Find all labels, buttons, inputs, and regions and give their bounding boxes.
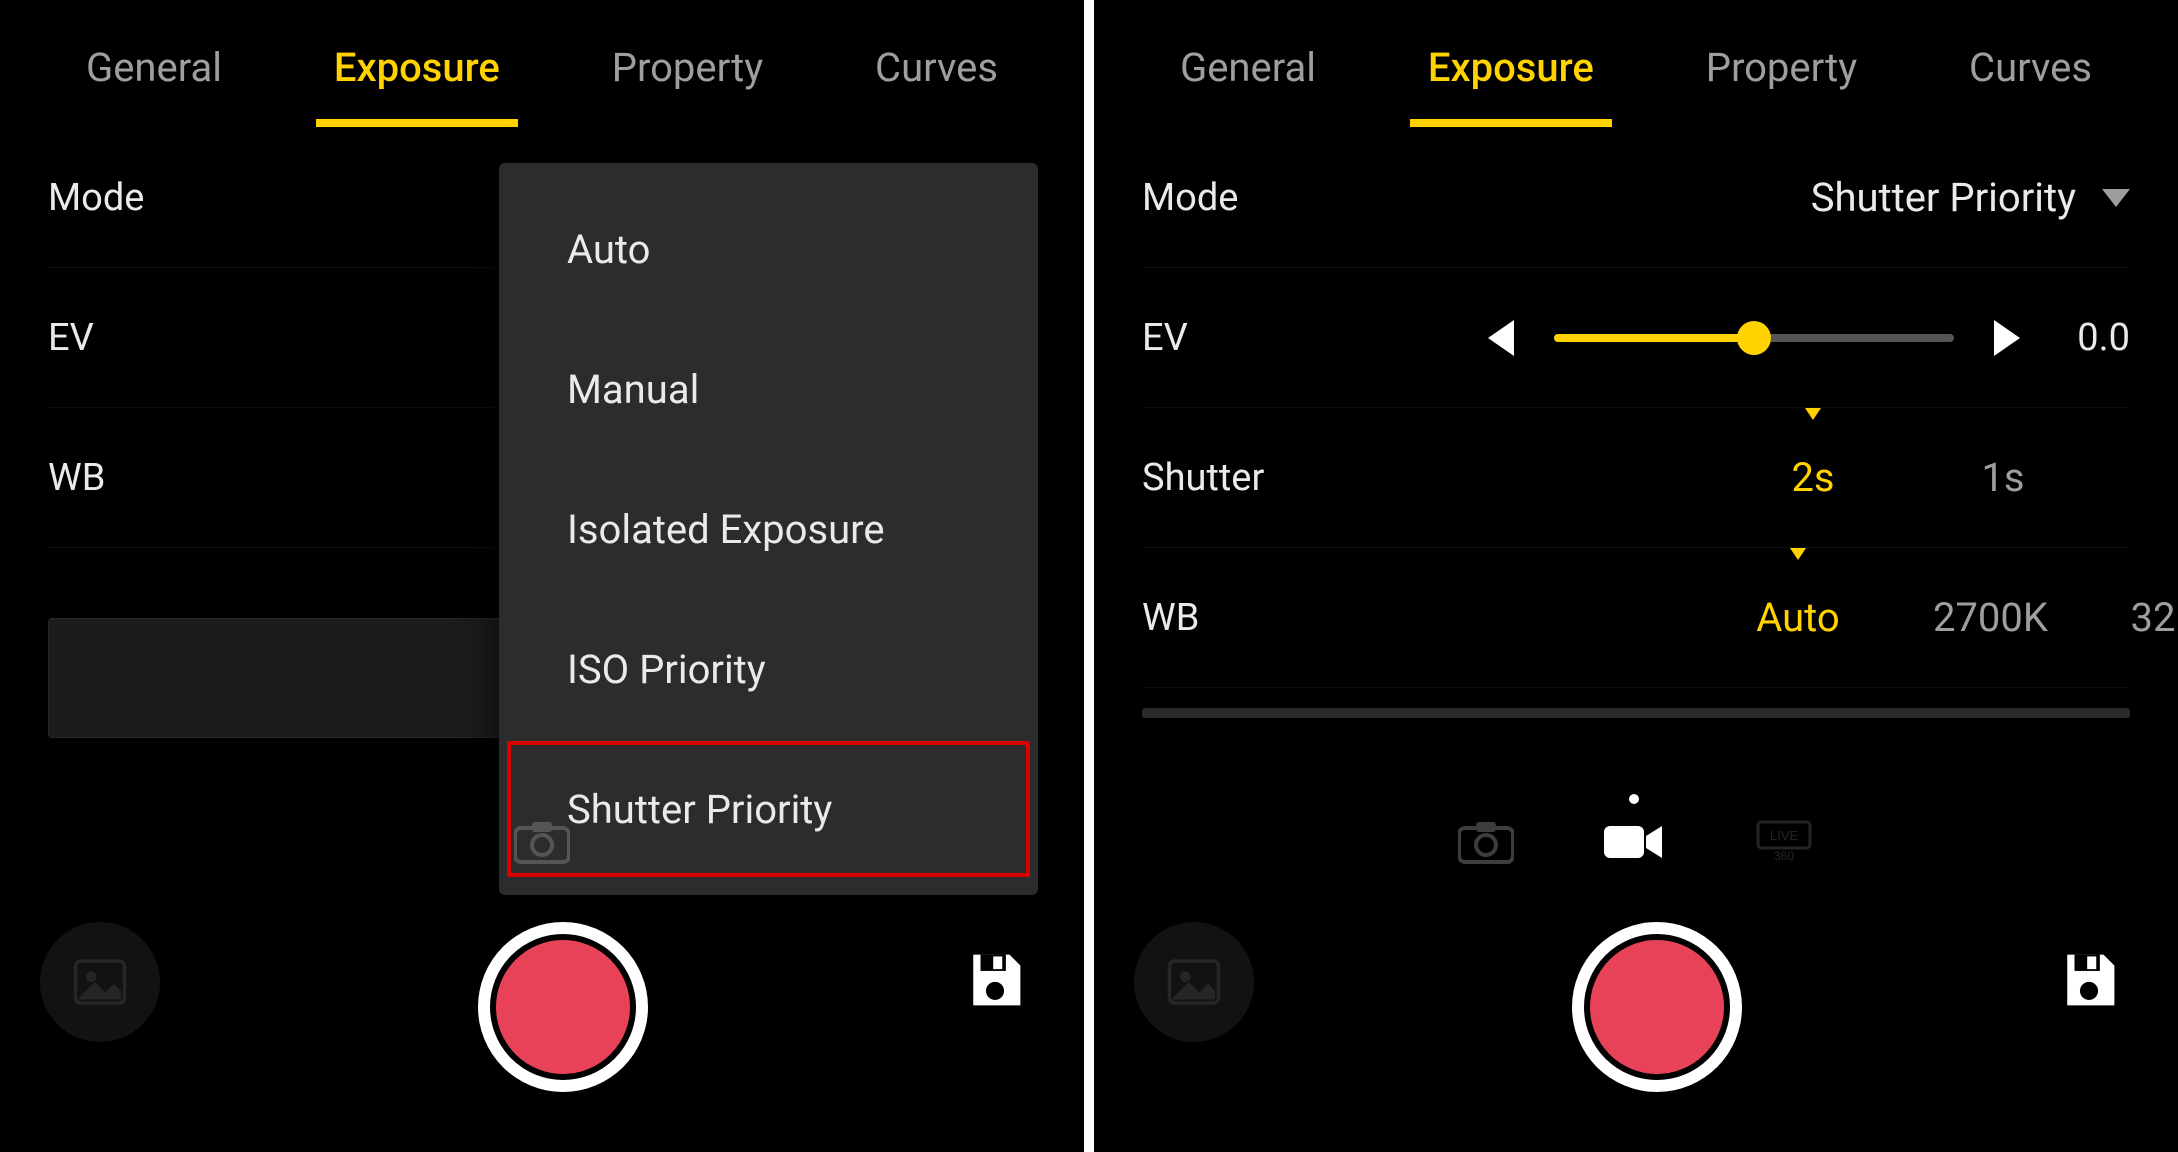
tab-general[interactable]: General: [1170, 8, 1326, 119]
shutter-button-core: [490, 934, 636, 1080]
chevron-down-icon: [2102, 189, 2130, 207]
bottom-bar: LIVE 360: [1094, 812, 2178, 1152]
mode-option-iso-priority[interactable]: ISO Priority: [499, 599, 1038, 739]
wb-option-selected[interactable]: Auto: [1743, 594, 1853, 641]
row-shutter: Shutter 2s 1s: [1142, 408, 2130, 548]
row-mode[interactable]: Mode Shutter Priority: [1142, 128, 2130, 268]
tab-property[interactable]: Property: [602, 8, 773, 119]
overflow-strip: [1142, 708, 2130, 718]
shutter-label: Shutter: [1142, 456, 1312, 500]
wb-option[interactable]: 2700K: [1933, 594, 2048, 641]
svg-text:360: 360: [1774, 849, 1794, 863]
ev-label: EV: [1142, 316, 1312, 360]
save-button[interactable]: [966, 951, 1024, 1013]
bottom-bar: [0, 812, 1084, 1152]
mode-label: Mode: [48, 176, 218, 220]
row-ev: EV 0.0: [1142, 268, 2130, 408]
tab-curves[interactable]: Curves: [865, 8, 1008, 119]
photo-mode-icon[interactable]: [514, 820, 570, 868]
shutter-button-core: [1584, 934, 1730, 1080]
mode-value-text: Shutter Priority: [1811, 174, 2076, 221]
ev-slider[interactable]: [1554, 334, 1954, 342]
shutter-button[interactable]: [1572, 922, 1742, 1092]
gallery-thumbnail[interactable]: [1134, 922, 1254, 1042]
capture-mode-icons: [514, 820, 570, 868]
wb-label: WB: [1142, 596, 1312, 640]
wb-label: WB: [48, 456, 218, 500]
mode-option-isolated-exposure[interactable]: Isolated Exposure: [499, 459, 1038, 599]
video-mode-icon[interactable]: [1604, 822, 1664, 866]
capture-mode-icons: LIVE 360: [1458, 820, 1814, 868]
ev-label: EV: [48, 316, 218, 360]
ev-slider-knob[interactable]: [1737, 321, 1771, 355]
ev-value: 0.0: [2060, 316, 2130, 360]
selected-indicator-icon: [1790, 548, 1806, 560]
live360-mode-icon[interactable]: LIVE 360: [1754, 820, 1814, 868]
tab-curves[interactable]: Curves: [1959, 8, 2102, 119]
tab-general[interactable]: General: [76, 8, 232, 119]
settings-area: Mode Shutter Priority EV: [1094, 128, 2178, 812]
panel-left: General Exposure Property Curves Mode EV: [0, 0, 1084, 1152]
tab-bar: General Exposure Property Curves: [0, 0, 1084, 128]
mode-option-manual[interactable]: Manual: [499, 319, 1038, 459]
panel-right: General Exposure Property Curves Mode Sh…: [1094, 0, 2178, 1152]
ev-decrease-icon[interactable]: [1488, 320, 1514, 356]
wb-option-overflow[interactable]: 32: [2128, 594, 2178, 641]
mode-value: Shutter Priority: [1811, 174, 2130, 221]
tab-property[interactable]: Property: [1696, 8, 1867, 119]
shutter-button[interactable]: [478, 922, 648, 1092]
wb-picker[interactable]: Auto 2700K 32: [1743, 594, 2178, 641]
selected-indicator-icon: [1805, 408, 1821, 420]
shutter-option[interactable]: 1s: [1948, 454, 2058, 501]
svg-text:LIVE: LIVE: [1770, 828, 1799, 843]
tab-exposure[interactable]: Exposure: [1418, 8, 1604, 119]
gallery-thumbnail[interactable]: [40, 922, 160, 1042]
mode-option-auto[interactable]: Auto: [499, 179, 1038, 319]
panel-divider: [1084, 0, 1094, 1152]
save-button[interactable]: [2060, 951, 2118, 1013]
photo-mode-icon[interactable]: [1458, 820, 1514, 868]
shutter-option-selected[interactable]: 2s: [1758, 454, 1868, 501]
tab-exposure[interactable]: Exposure: [324, 8, 510, 119]
mode-label: Mode: [1142, 176, 1312, 220]
shutter-picker[interactable]: 2s 1s: [1758, 454, 2178, 501]
mode-dropdown: Auto Manual Isolated Exposure ISO Priori…: [499, 163, 1038, 895]
active-dot-icon: [1629, 794, 1639, 804]
row-wb: WB Auto 2700K 32: [1142, 548, 2130, 688]
tab-bar: General Exposure Property Curves: [1094, 0, 2178, 128]
ev-increase-icon[interactable]: [1994, 320, 2020, 356]
